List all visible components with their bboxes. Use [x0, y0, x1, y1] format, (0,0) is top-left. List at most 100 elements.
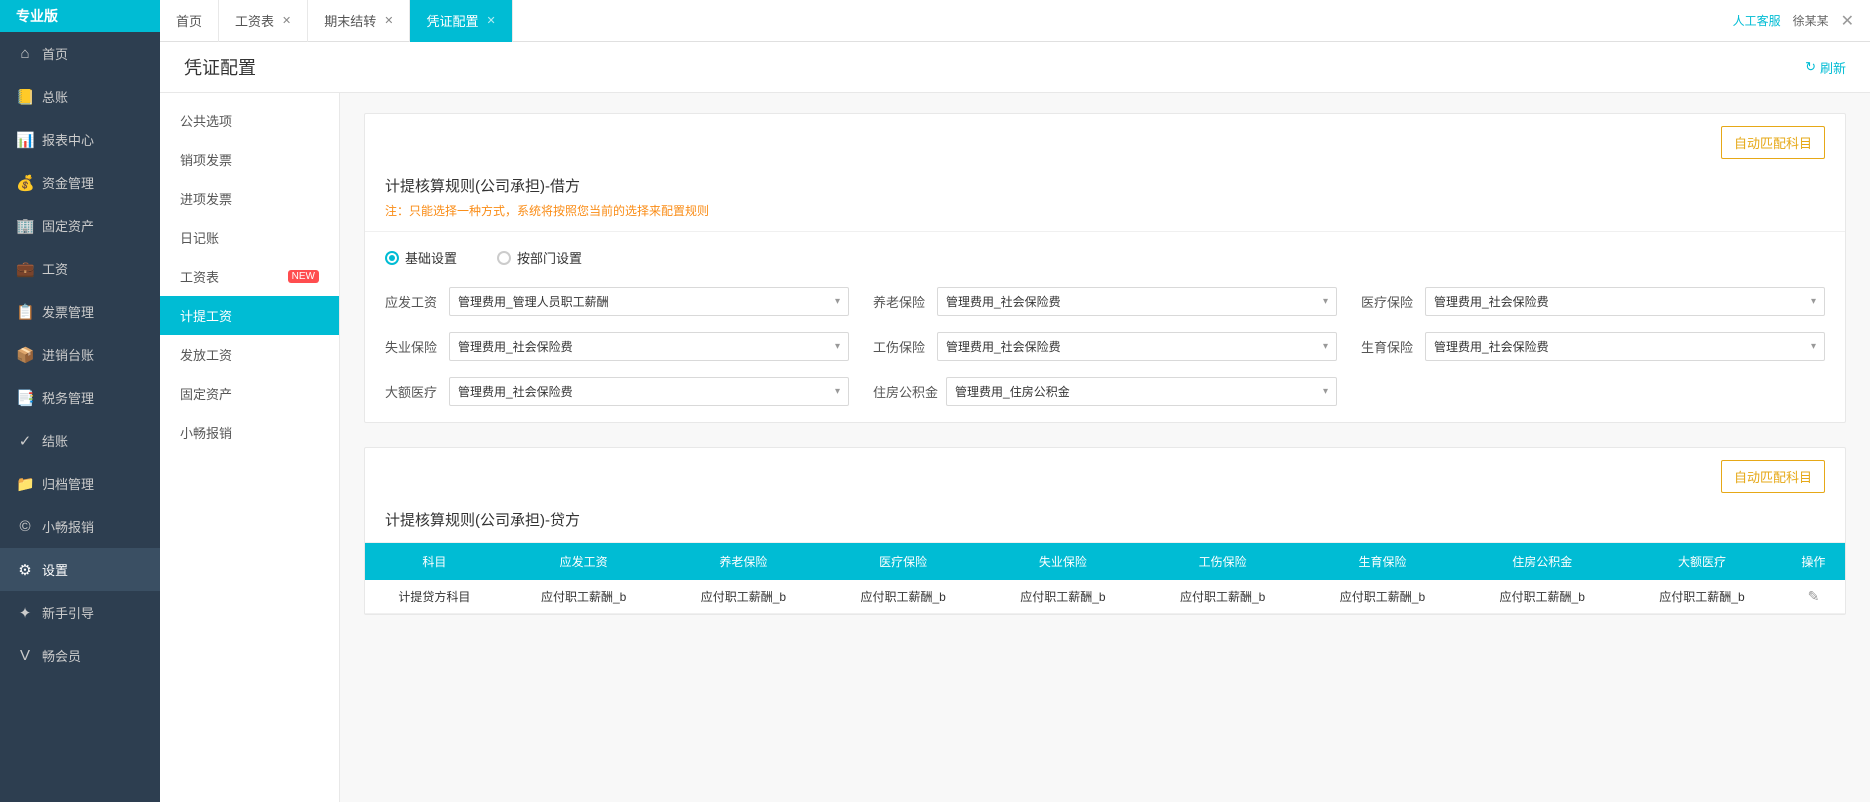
form-select-工伤保险[interactable]: 管理费用_社会保险费 ▾ — [937, 332, 1337, 361]
radio-dept[interactable]: 按部门设置 — [497, 248, 582, 267]
debit-radio-group: 基础设置 按部门设置 — [385, 248, 1825, 267]
tab-label: 期末结转 — [324, 11, 376, 30]
settings-icon: ⚙ — [16, 561, 34, 579]
left-nav-item-sales-invoice[interactable]: 销项发票 — [160, 140, 339, 179]
reports-icon: 📊 — [16, 131, 34, 149]
customer-service-link[interactable]: 人工客服 — [1733, 12, 1781, 29]
form-row-养老保险: 养老保险 管理费用_社会保险费 ▾ — [873, 287, 1337, 316]
form-select-大额医疗[interactable]: 管理费用_社会保险费 ▾ — [449, 377, 849, 406]
sidebar-item-label: 报表中心 — [42, 130, 94, 149]
sidebar-item-payroll[interactable]: 💼工资 — [0, 247, 160, 290]
tab-close-period-close[interactable]: ✕ — [384, 14, 393, 27]
form-select-失业保险[interactable]: 管理费用_社会保险费 ▾ — [449, 332, 849, 361]
tab-voucher-config[interactable]: 凭证配置 ✕ — [410, 0, 512, 42]
credit-col-header: 科目 — [365, 543, 504, 580]
sidebar-item-label: 总账 — [42, 87, 68, 106]
sidebar-item-invoice[interactable]: 📋发票管理 — [0, 290, 160, 333]
form-label: 应发工资 — [385, 292, 441, 311]
sidebar-item-label: 结账 — [42, 431, 68, 450]
left-nav-item-fixed-assets[interactable]: 固定资产 — [160, 374, 339, 413]
left-nav-item-purchase-invoice[interactable]: 进项发票 — [160, 179, 339, 218]
form-row-失业保险: 失业保险 管理费用_社会保险费 ▾ — [385, 332, 849, 361]
form-select-养老保险[interactable]: 管理费用_社会保险费 ▾ — [937, 287, 1337, 316]
tab-close-voucher-config[interactable]: ✕ — [487, 14, 496, 27]
sidebar-item-ledger[interactable]: 📒总账 — [0, 75, 160, 118]
form-select-生育保险[interactable]: 管理费用_社会保险费 ▾ — [1425, 332, 1825, 361]
sidebar-item-settings[interactable]: ⚙ 设置 — [0, 548, 160, 591]
credit-row-col-6[interactable]: 应付职工薪酬_b — [1462, 580, 1622, 614]
form-row-大额医疗: 大额医疗 管理费用_社会保险费 ▾ — [385, 377, 849, 406]
form-label: 失业保险 — [385, 337, 441, 356]
credit-row-col-2[interactable]: 应付职工薪酬_b — [823, 580, 983, 614]
credit-row-col-0[interactable]: 应付职工薪酬_b — [504, 580, 664, 614]
debit-form-grid: 应发工资 管理费用_管理人员职工薪酬 ▾ 养老保险 管理费用_社会保险费 ▾ 医… — [385, 287, 1825, 406]
credit-col-header: 工伤保险 — [1143, 543, 1303, 580]
funds-icon: 💰 — [16, 174, 34, 192]
sidebar-item-home[interactable]: ⌂首页 — [0, 32, 160, 75]
left-nav-item-journal[interactable]: 日记账 — [160, 218, 339, 257]
left-nav-label: 公共选项 — [180, 111, 232, 130]
form-row-医疗保险: 医疗保险 管理费用_社会保险费 ▾ — [1361, 287, 1825, 316]
form-select-医疗保险[interactable]: 管理费用_社会保险费 ▾ — [1425, 287, 1825, 316]
credit-section: 自动匹配科目 计提核算规则(公司承担)-贷方 科目应发工资养老保险医疗保险失业保… — [364, 447, 1846, 615]
credit-col-header: 住房公积金 — [1462, 543, 1622, 580]
debit-section-title: 计提核算规则(公司承担)-借方 — [385, 175, 1825, 196]
left-nav-item-calc-payroll[interactable]: 计提工资 — [160, 296, 339, 335]
credit-row-col-1[interactable]: 应付职工薪酬_b — [664, 580, 824, 614]
sidebar-item-label: 设置 — [42, 560, 68, 579]
page-title: 凭证配置 — [184, 54, 256, 80]
left-nav-item-expense[interactable]: 小畅报销 — [160, 413, 339, 452]
sidebar-item-label: 发票管理 — [42, 302, 94, 321]
sidebar-item-member[interactable]: V畅会员 — [0, 634, 160, 677]
left-nav-item-public-options[interactable]: 公共选项 — [160, 101, 339, 140]
content-wrapper: 公共选项销项发票进项发票日记账工资表NEW计提工资发放工资固定资产小畅报销 自动… — [160, 93, 1870, 802]
sidebar: 专业版 ⌂首页📒总账 📊 报表中心 💰资金管理🏢固定资产💼工资📋发票管理📦进销台账📑税… — [0, 0, 160, 802]
tab-label: 凭证配置 — [426, 11, 478, 30]
tab-payroll-table[interactable]: 工资表✕ — [219, 0, 308, 42]
form-select-住房公积金[interactable]: 管理费用_住房公积金 ▾ — [946, 377, 1337, 406]
left-nav-item-issue-payroll[interactable]: 发放工资 — [160, 335, 339, 374]
sidebar-item-close[interactable]: ✓结账 — [0, 419, 160, 462]
debit-section: 自动匹配科目 计提核算规则(公司承担)-借方 注：只能选择一种方式，系统将按照您… — [364, 113, 1846, 423]
tab-home[interactable]: 首页 — [160, 0, 219, 42]
sidebar-item-tax[interactable]: 📑税务管理 — [0, 376, 160, 419]
xiaochang-icon: © — [16, 518, 34, 535]
edit-icon[interactable]: ✎ — [1808, 588, 1820, 604]
form-label: 医疗保险 — [1361, 292, 1417, 311]
radio-basic[interactable]: 基础设置 — [385, 248, 457, 267]
close-main-icon[interactable]: ✕ — [1841, 11, 1854, 31]
chevron-down-icon: ▾ — [835, 296, 840, 307]
form-label: 大额医疗 — [385, 382, 441, 401]
sidebar-item-xiaochang[interactable]: © 小畅报销 — [0, 505, 160, 548]
tab-period-close[interactable]: 期末结转 ✕ — [308, 0, 410, 42]
credit-col-header: 大额医疗 — [1622, 543, 1782, 580]
sidebar-item-assets[interactable]: 🏢固定资产 — [0, 204, 160, 247]
left-nav-label: 进项发票 — [180, 189, 232, 208]
credit-row-col-4[interactable]: 应付职工薪酬_b — [1143, 580, 1303, 614]
credit-row-col-5[interactable]: 应付职工薪酬_b — [1303, 580, 1463, 614]
form-row-生育保险: 生育保险 管理费用_社会保险费 ▾ — [1361, 332, 1825, 361]
sidebar-item-guide[interactable]: ✦新手引导 — [0, 591, 160, 634]
left-nav-label: 销项发票 — [180, 150, 232, 169]
radio-basic-circle — [385, 251, 399, 265]
chevron-down-icon: ▾ — [835, 341, 840, 352]
credit-row-col-7[interactable]: 应付职工薪酬_b — [1622, 580, 1782, 614]
sidebar-item-archive[interactable]: 📁归档管理 — [0, 462, 160, 505]
credit-row-action[interactable]: ✎ — [1782, 580, 1845, 614]
form-select-应发工资[interactable]: 管理费用_管理人员职工薪酬 ▾ — [449, 287, 849, 316]
brand-label: 专业版 — [0, 0, 160, 32]
tab-close-payroll-table[interactable]: ✕ — [282, 14, 291, 27]
sidebar-item-label: 新手引导 — [42, 603, 94, 622]
sidebar-item-reports[interactable]: 📊 报表中心 — [0, 118, 160, 161]
assets-icon: 🏢 — [16, 217, 34, 235]
auto-match-debit-button[interactable]: 自动匹配科目 — [1721, 126, 1825, 159]
left-nav: 公共选项销项发票进项发票日记账工资表NEW计提工资发放工资固定资产小畅报销 — [160, 93, 340, 802]
auto-match-credit-button[interactable]: 自动匹配科目 — [1721, 460, 1825, 493]
credit-row-col-3[interactable]: 应付职工薪酬_b — [983, 580, 1143, 614]
refresh-button[interactable]: ↻ 刷新 — [1805, 58, 1846, 77]
sidebar-item-funds[interactable]: 💰资金管理 — [0, 161, 160, 204]
left-nav-item-payroll-table[interactable]: 工资表NEW — [160, 257, 339, 296]
sidebar-item-sales[interactable]: 📦进销台账 — [0, 333, 160, 376]
chevron-down-icon: ▾ — [1323, 296, 1328, 307]
sidebar-item-label: 小畅报销 — [42, 517, 94, 536]
